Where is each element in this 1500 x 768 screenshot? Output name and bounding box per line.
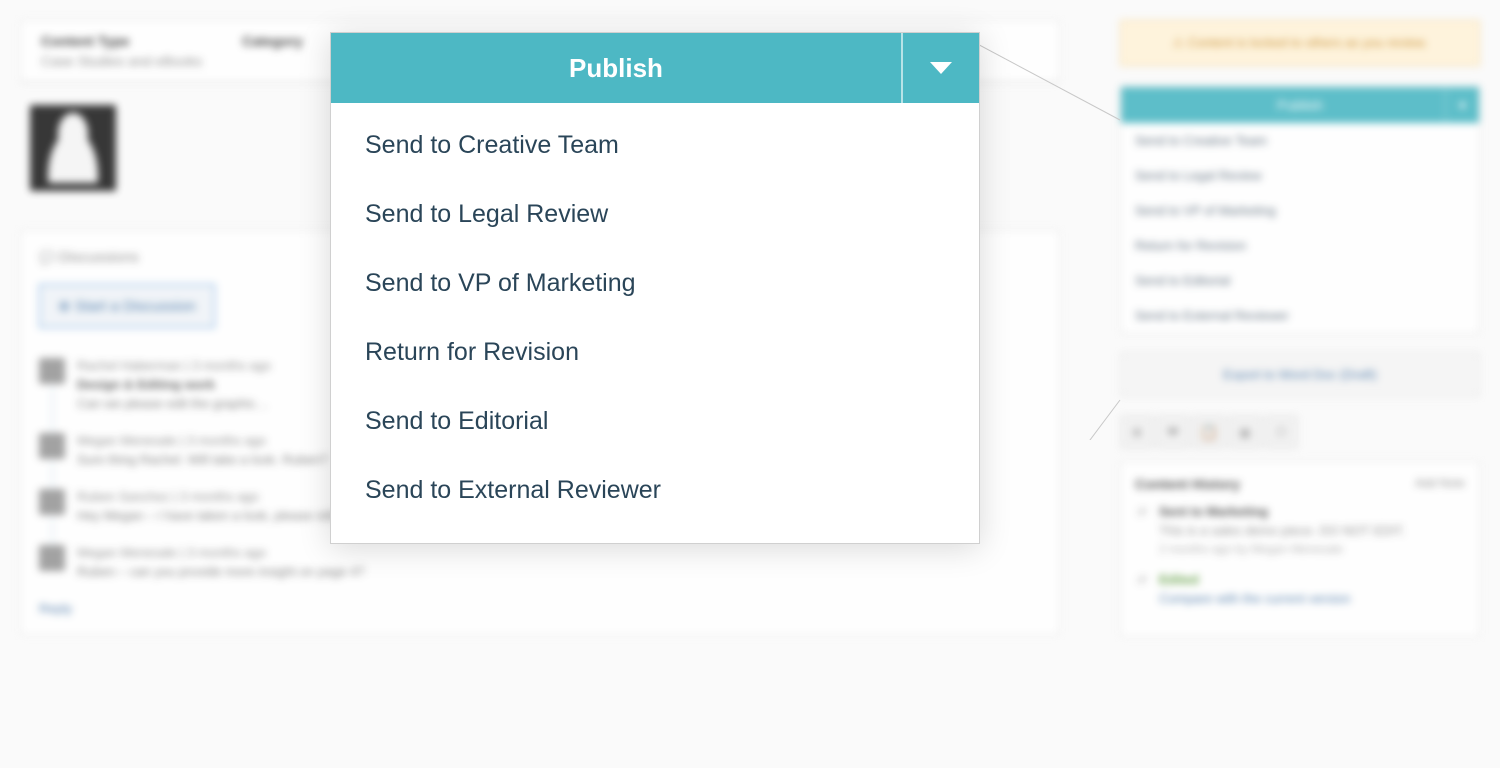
workflow-option[interactable]: Return for Revision	[1121, 228, 1479, 263]
publish-menu: Send to Creative Team Send to Legal Revi…	[331, 103, 979, 543]
history-time: 2 months ago by Megan Menesale	[1159, 542, 1465, 556]
history-status: Edited	[1159, 572, 1465, 587]
content-history-panel: Content History Add Note Sent to Marketi…	[1120, 461, 1480, 637]
workflow-option-legal[interactable]: Send to Legal Review	[331, 180, 979, 249]
publish-button-small[interactable]: Publish ▾	[1121, 87, 1479, 123]
workflow-option-creative[interactable]: Send to Creative Team	[331, 111, 979, 180]
history-title: Content History	[1135, 476, 1240, 492]
workflow-option[interactable]: Send to Legal Review	[1121, 158, 1479, 193]
history-entry: Sent to Marketing This is a sales demo p…	[1135, 504, 1465, 556]
zoom-callout-lines	[970, 40, 1140, 440]
workflow-option[interactable]: Send to Creative Team	[1121, 123, 1479, 158]
filter-category[interactable]: Category	[222, 21, 323, 81]
author-avatar[interactable]	[30, 105, 116, 191]
history-status: Sent to Marketing	[1159, 504, 1465, 519]
workflow-option-revision[interactable]: Return for Revision	[331, 318, 979, 387]
add-note-link[interactable]: Add Note	[1415, 476, 1465, 492]
start-discussion-button[interactable]: Start a Discussion	[39, 284, 215, 328]
publish-widget-small: Publish ▾ Send to Creative Team Send to …	[1120, 86, 1480, 334]
user-icon[interactable]: ◉	[1228, 415, 1262, 449]
reply-link[interactable]: Reply	[39, 601, 1041, 616]
list-icon[interactable]: 📋	[1192, 415, 1226, 449]
thread-connector	[52, 461, 53, 489]
compare-version-link[interactable]: Compare with the current version	[1159, 591, 1465, 606]
clock-icon[interactable]: ⏱	[1264, 415, 1298, 449]
avatar	[39, 433, 65, 459]
publish-dropdown-zoom: Publish Send to Creative Team Send to Le…	[330, 32, 980, 544]
heart-icon[interactable]: ❤	[1156, 415, 1190, 449]
workflow-option-vp-marketing[interactable]: Send to VP of Marketing	[331, 249, 979, 318]
workflow-option-external[interactable]: Send to External Reviewer	[331, 456, 979, 525]
history-note: This is a sales demo piece. DO NOT EDIT.	[1159, 523, 1465, 538]
filter-value: Case Studies and eBooks	[41, 53, 202, 69]
publish-caret-button[interactable]	[901, 33, 979, 103]
history-tab-row: ★ ❤ 📋 ◉ ⏱	[1120, 415, 1480, 449]
discussion-thread[interactable]: Megan Menesale | 3 months ago Ruben – ca…	[39, 545, 1041, 579]
thread-connector	[52, 386, 53, 433]
publish-label: Publish	[331, 33, 901, 103]
avatar	[39, 545, 65, 571]
chevron-down-icon	[930, 62, 952, 74]
publish-caret-small[interactable]: ▾	[1445, 87, 1479, 123]
filter-label: Content Type	[41, 33, 202, 49]
workflow-option[interactable]: Send to External Reviewer	[1121, 298, 1479, 333]
thread-text: Ruben – can you provide more insight on …	[77, 564, 1041, 579]
history-entry: Edited Compare with the current version	[1135, 572, 1465, 606]
publish-button[interactable]: Publish	[331, 33, 979, 103]
publish-label: Publish	[1277, 97, 1323, 113]
avatar	[39, 358, 65, 384]
thread-connector	[52, 517, 53, 545]
avatar	[39, 489, 65, 515]
right-sidebar: Content is locked to others as you revie…	[1120, 20, 1480, 637]
export-word-link[interactable]: Export to Word Doc (Draft)	[1120, 352, 1480, 397]
filter-label: Category	[242, 33, 303, 49]
locked-banner: Content is locked to others as you revie…	[1120, 20, 1480, 66]
filter-content-type[interactable]: Content Type Case Studies and eBooks	[21, 21, 222, 81]
thread-meta: Megan Menesale | 3 months ago	[77, 545, 1041, 560]
workflow-option[interactable]: Send to VP of Marketing	[1121, 193, 1479, 228]
workflow-option[interactable]: Send to Editorial	[1121, 263, 1479, 298]
workflow-option-editorial[interactable]: Send to Editorial	[331, 387, 979, 456]
